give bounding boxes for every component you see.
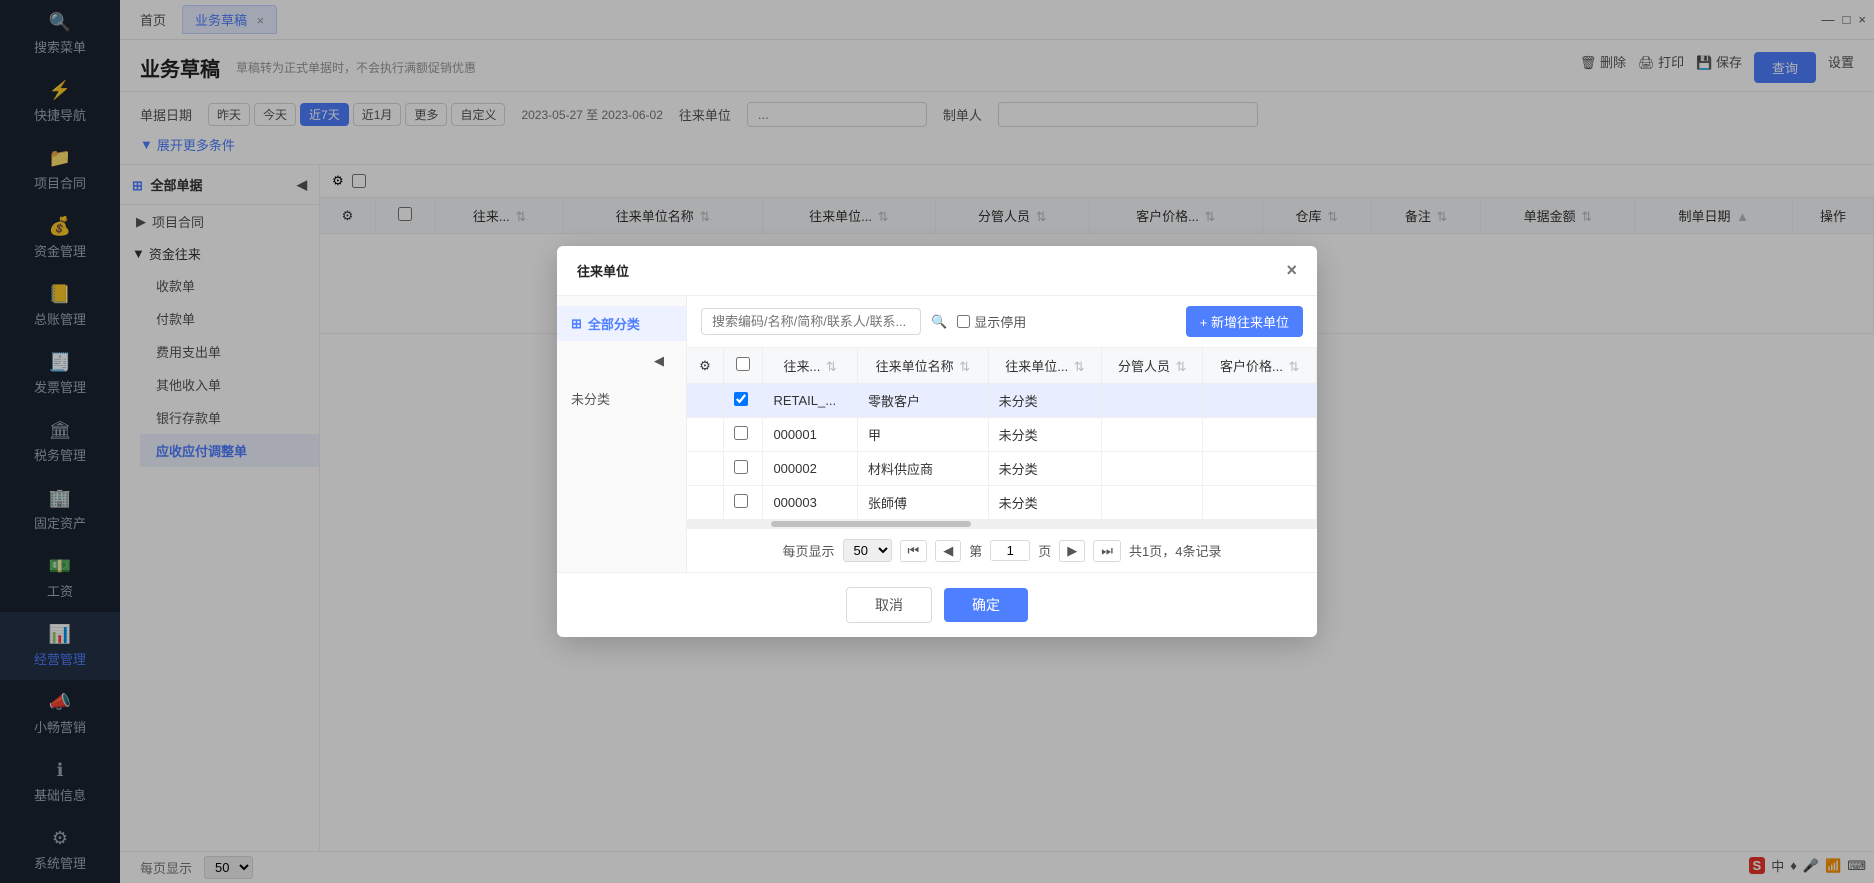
- modal-col-price[interactable]: 客户价格... ⇅: [1203, 348, 1317, 384]
- page-label: 第: [969, 541, 982, 560]
- row-4-checkbox[interactable]: [734, 494, 748, 508]
- modal-scrollbar[interactable]: [687, 520, 1317, 528]
- total-text: 共1页，4条记录: [1129, 541, 1221, 560]
- modal-col-settings: ⚙: [687, 348, 723, 384]
- modal-table-row[interactable]: 000001 甲 未分类: [687, 418, 1317, 452]
- modal-header: 往来单位 ×: [557, 246, 1317, 296]
- counterparty-modal: 往来单位 × ⊞ 全部分类 ◀ 未分类: [557, 246, 1317, 637]
- modal-main: 🔍 显示停用 + 新增往来单位 ⚙ 往来... ⇅: [687, 296, 1317, 572]
- page-suffix: 页: [1038, 541, 1051, 560]
- modal-col-code[interactable]: 往来... ⇅: [763, 348, 858, 384]
- page-number-input[interactable]: [990, 540, 1030, 561]
- modal-table-row[interactable]: 000002 材料供应商 未分类: [687, 452, 1317, 486]
- modal-sidebar-collapse-btn[interactable]: ◀: [640, 345, 678, 377]
- modal-title: 往来单位: [577, 261, 629, 280]
- show-disabled-label: 显示停用: [957, 312, 1026, 331]
- first-page-btn[interactable]: ⏮: [900, 540, 928, 562]
- last-page-btn[interactable]: ⏭: [1093, 540, 1121, 562]
- grid-icon-modal: ⊞: [571, 316, 582, 332]
- modal-per-page-select[interactable]: 50: [843, 539, 892, 562]
- modal-scrollbar-thumb: [771, 521, 971, 527]
- modal-pagination: 每页显示 50 ⏮ ◀ 第 页 ▶ ⏭ 共1页，4条记录: [687, 528, 1317, 572]
- modal-table-row[interactable]: 000003 张師傅 未分类: [687, 486, 1317, 520]
- show-disabled-checkbox[interactable]: [957, 315, 970, 328]
- modal-body: ⊞ 全部分类 ◀ 未分类 🔍 显示停用: [557, 296, 1317, 572]
- prev-page-btn[interactable]: ◀: [935, 540, 961, 562]
- modal-sidebar: ⊞ 全部分类 ◀ 未分类: [557, 296, 687, 572]
- per-page-label: 每页显示: [783, 541, 835, 560]
- row-2-checkbox[interactable]: [734, 426, 748, 440]
- confirm-button[interactable]: 确定: [944, 588, 1028, 622]
- modal-sidebar-unclassified[interactable]: 未分类: [557, 381, 686, 416]
- modal-header-checkbox[interactable]: [736, 357, 750, 371]
- cancel-button[interactable]: 取消: [846, 587, 932, 623]
- next-page-btn[interactable]: ▶: [1059, 540, 1085, 562]
- modal-table-row[interactable]: RETAIL_... 零散客户 未分类: [687, 384, 1317, 418]
- modal-footer: 取消 确定: [557, 572, 1317, 637]
- modal-search-input[interactable]: [701, 308, 921, 335]
- modal-col-manager[interactable]: 分管人员 ⇅: [1102, 348, 1203, 384]
- modal-toolbar: 🔍 显示停用 + 新增往来单位: [687, 296, 1317, 348]
- modal-overlay: 往来单位 × ⊞ 全部分类 ◀ 未分类: [0, 0, 1874, 883]
- modal-sidebar-all-category[interactable]: ⊞ 全部分类: [557, 306, 686, 341]
- modal-table-wrapper: ⚙ 往来... ⇅ 往来单位名称 ⇅ 往来单位... ⇅ 分管人员 ⇅ 客户价格…: [687, 348, 1317, 520]
- modal-col-name[interactable]: 往来单位名称 ⇅: [858, 348, 989, 384]
- row-3-checkbox[interactable]: [734, 460, 748, 474]
- modal-close-btn[interactable]: ×: [1286, 260, 1297, 281]
- modal-table: ⚙ 往来... ⇅ 往来单位名称 ⇅ 往来单位... ⇅ 分管人员 ⇅ 客户价格…: [687, 348, 1317, 520]
- add-counterparty-btn[interactable]: + 新增往来单位: [1186, 306, 1303, 337]
- modal-col-checkbox: [723, 348, 763, 384]
- row-1-checkbox[interactable]: [734, 392, 748, 406]
- modal-col-category[interactable]: 往来单位... ⇅: [988, 348, 1102, 384]
- search-icon[interactable]: 🔍: [931, 314, 947, 330]
